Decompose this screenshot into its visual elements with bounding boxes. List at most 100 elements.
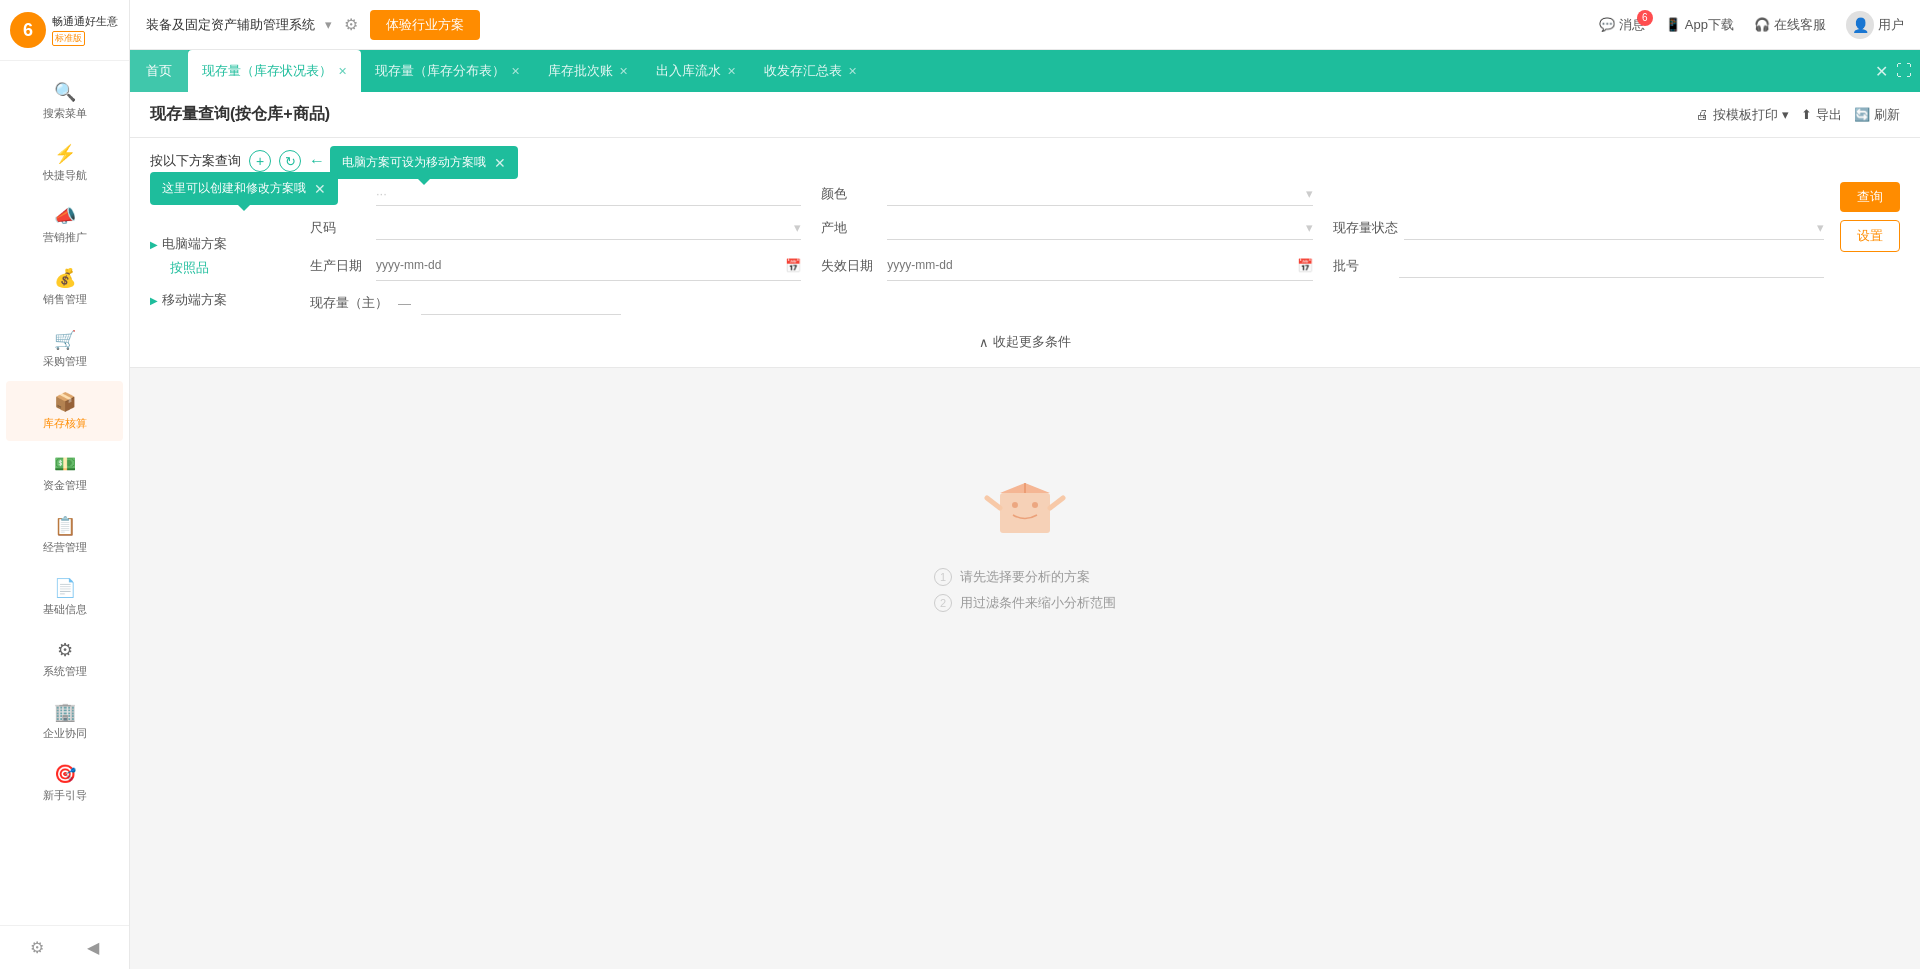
sidebar-item-search[interactable]: 🔍 搜索菜单: [6, 71, 123, 131]
add-scheme-btn[interactable]: +: [249, 150, 271, 172]
print-dropdown-icon: ▾: [1782, 107, 1789, 122]
filter-field-goods: 商品 ···: [310, 182, 801, 206]
topbar-settings-icon[interactable]: ⚙: [344, 15, 358, 34]
filter-fields: 商品 ··· 颜色 ▾: [310, 182, 1824, 325]
scheme-mobile[interactable]: ▶ 移动端方案: [150, 288, 298, 312]
svg-point-1: [1012, 502, 1018, 508]
online-service-label: 在线客服: [1774, 16, 1826, 34]
target-icon: 🎯: [54, 763, 76, 785]
app-download-area[interactable]: 📱 App下载: [1665, 16, 1734, 34]
filter-field-prod-date: 生产日期 📅: [310, 250, 801, 281]
sidebar-collapse-btn[interactable]: ◀: [87, 938, 99, 957]
tab-inventory-status[interactable]: 现存量（库存状况表） ✕: [188, 50, 361, 92]
edit-scheme-btn[interactable]: ↻: [279, 150, 301, 172]
prod-date-calendar-icon[interactable]: 📅: [785, 258, 801, 273]
tabbar: 首页 现存量（库存状况表） ✕ 现存量（库存分布表） ✕ 库存批次账 ✕ 出入库…: [130, 50, 1920, 92]
tab-inout-flow-close[interactable]: ✕: [727, 65, 736, 78]
batch-input[interactable]: [1399, 254, 1824, 278]
sidebar-item-enterprise[interactable]: 🏢 企业协同: [6, 691, 123, 751]
query-button[interactable]: 查询: [1840, 182, 1900, 212]
tab-inventory-status-close[interactable]: ✕: [338, 65, 347, 78]
tab-batch-ledger-close[interactable]: ✕: [619, 65, 628, 78]
export-icon: ⬆: [1801, 107, 1812, 122]
tab-receive-summary-close[interactable]: ✕: [848, 65, 857, 78]
scheme-mobile-label: 移动端方案: [162, 291, 227, 309]
phone-icon: 📱: [1665, 17, 1681, 32]
template-print-btn[interactable]: 🖨 按模板打印 ▾: [1696, 106, 1789, 124]
printer-icon: 🖨: [1696, 107, 1709, 122]
tab-home[interactable]: 首页: [130, 50, 188, 92]
export-btn[interactable]: ⬆ 导出: [1801, 106, 1842, 124]
inv-status-dropdown-icon: ▾: [1817, 220, 1824, 235]
tab-batch-ledger[interactable]: 库存批次账 ✕: [534, 50, 642, 92]
settings-button[interactable]: 设置: [1840, 220, 1900, 252]
search-icon: 🔍: [54, 81, 76, 103]
size-select[interactable]: ▾: [376, 216, 801, 240]
tab-inventory-status-label: 现存量（库存状况表）: [202, 62, 332, 80]
sidebar-item-purchase[interactable]: 🛒 采购管理: [6, 319, 123, 379]
tab-inventory-dist-close[interactable]: ✕: [511, 65, 520, 78]
filter-label: 按以下方案查询: [150, 152, 241, 170]
svg-line-4: [1050, 498, 1063, 508]
money-icon: 💰: [54, 267, 76, 289]
tab-receive-summary[interactable]: 收发存汇总表 ✕: [750, 50, 871, 92]
inv-main-input[interactable]: [421, 291, 621, 315]
page-header: 现存量查询(按仓库+商品) 🖨 按模板打印 ▾ ⬆ 导出 🔄 刷新: [130, 92, 1920, 138]
sidebar-label-system: 系统管理: [43, 664, 87, 679]
scheme-desktop[interactable]: ▶ 电脑端方案: [150, 232, 298, 256]
sidebar-item-marketing[interactable]: 📣 营销推广: [6, 195, 123, 255]
sidebar-item-finance[interactable]: 💵 资金管理: [6, 443, 123, 503]
scheme-desktop-sub[interactable]: 按照品: [170, 256, 298, 280]
tab-inout-flow-label: 出入库流水: [656, 62, 721, 80]
inv-status-select[interactable]: ▾: [1404, 216, 1824, 240]
system-selector[interactable]: 装备及固定资产辅助管理系统 ▾: [146, 16, 332, 34]
origin-label: 产地: [821, 219, 881, 237]
sidebar-item-operation[interactable]: 📋 经营管理: [6, 505, 123, 565]
filter-row-3: 生产日期 📅 失效日期 📅: [310, 250, 1824, 281]
fullscreen-icon[interactable]: ⛶: [1896, 62, 1912, 80]
close-all-tabs-icon[interactable]: ✕: [1875, 62, 1888, 81]
dropdown-arrow-icon: ▾: [325, 17, 332, 32]
origin-select[interactable]: ▾: [887, 216, 1312, 240]
expiry-date-input[interactable]: [887, 254, 1292, 276]
svg-line-3: [987, 498, 1000, 508]
sidebar-item-basic[interactable]: 📄 基础信息: [6, 567, 123, 627]
headset-icon: 🎧: [1754, 17, 1770, 32]
tab-inventory-dist[interactable]: 现存量（库存分布表） ✕: [361, 50, 534, 92]
collapse-label: 收起更多条件: [993, 333, 1071, 351]
sidebar-label-inventory: 库存核算: [43, 416, 87, 431]
sidebar-item-sales[interactable]: 💰 销售管理: [6, 257, 123, 317]
query-buttons: 查询 设置: [1824, 182, 1900, 325]
sidebar-settings-btn[interactable]: ⚙: [30, 938, 44, 957]
tooltip2-close[interactable]: ✕: [314, 181, 326, 197]
filter-body: 这里可以创建和修改方案哦 ✕ ▶ 电脑端方案 按照品: [150, 182, 1900, 325]
sidebar-label-enterprise: 企业协同: [43, 726, 87, 741]
tab-inout-flow[interactable]: 出入库流水 ✕: [642, 50, 750, 92]
app-badge: 标准版: [52, 31, 85, 46]
prod-date-input[interactable]: [376, 254, 781, 276]
arrow-left-btn[interactable]: ←: [309, 152, 325, 170]
online-service-area[interactable]: 🎧 在线客服: [1754, 16, 1826, 34]
user-label: 用户: [1878, 16, 1904, 34]
sidebar-item-system[interactable]: ⚙ 系统管理: [6, 629, 123, 689]
tooltip1-close[interactable]: ✕: [494, 155, 506, 171]
sidebar-item-inventory[interactable]: 📦 库存核算: [6, 381, 123, 441]
refresh-btn[interactable]: 🔄 刷新: [1854, 106, 1900, 124]
color-select[interactable]: ▾: [887, 182, 1312, 206]
industry-plan-button[interactable]: 体验行业方案: [370, 10, 480, 40]
color-label: 颜色: [821, 185, 881, 203]
tree-mobile-arrow-icon: ▶: [150, 295, 158, 306]
sidebar-footer: ⚙ ◀: [0, 925, 129, 969]
sidebar-label-finance: 资金管理: [43, 478, 87, 493]
notification-area[interactable]: 💬 消息 6: [1599, 16, 1645, 34]
filter-area: 按以下方案查询 + ↻ ← 电脑方案可设为移动方案哦 ✕ 这里可以创建和修改方案…: [130, 138, 1920, 368]
collapse-button[interactable]: ∧ 收起更多条件: [979, 333, 1071, 351]
goods-select[interactable]: ···: [376, 182, 801, 206]
sidebar: 6 畅通通好生意 标准版 🔍 搜索菜单 ⚡ 快捷导航 📣 营销推广 💰 销售管理…: [0, 0, 130, 969]
user-area[interactable]: 👤 用户: [1846, 11, 1904, 39]
box-icon: 📦: [54, 391, 76, 413]
sidebar-item-quick[interactable]: ⚡ 快捷导航: [6, 133, 123, 193]
expiry-date-calendar-icon[interactable]: 📅: [1297, 258, 1313, 273]
sidebar-label-quick: 快捷导航: [43, 168, 87, 183]
sidebar-item-guide[interactable]: 🎯 新手引导: [6, 753, 123, 813]
